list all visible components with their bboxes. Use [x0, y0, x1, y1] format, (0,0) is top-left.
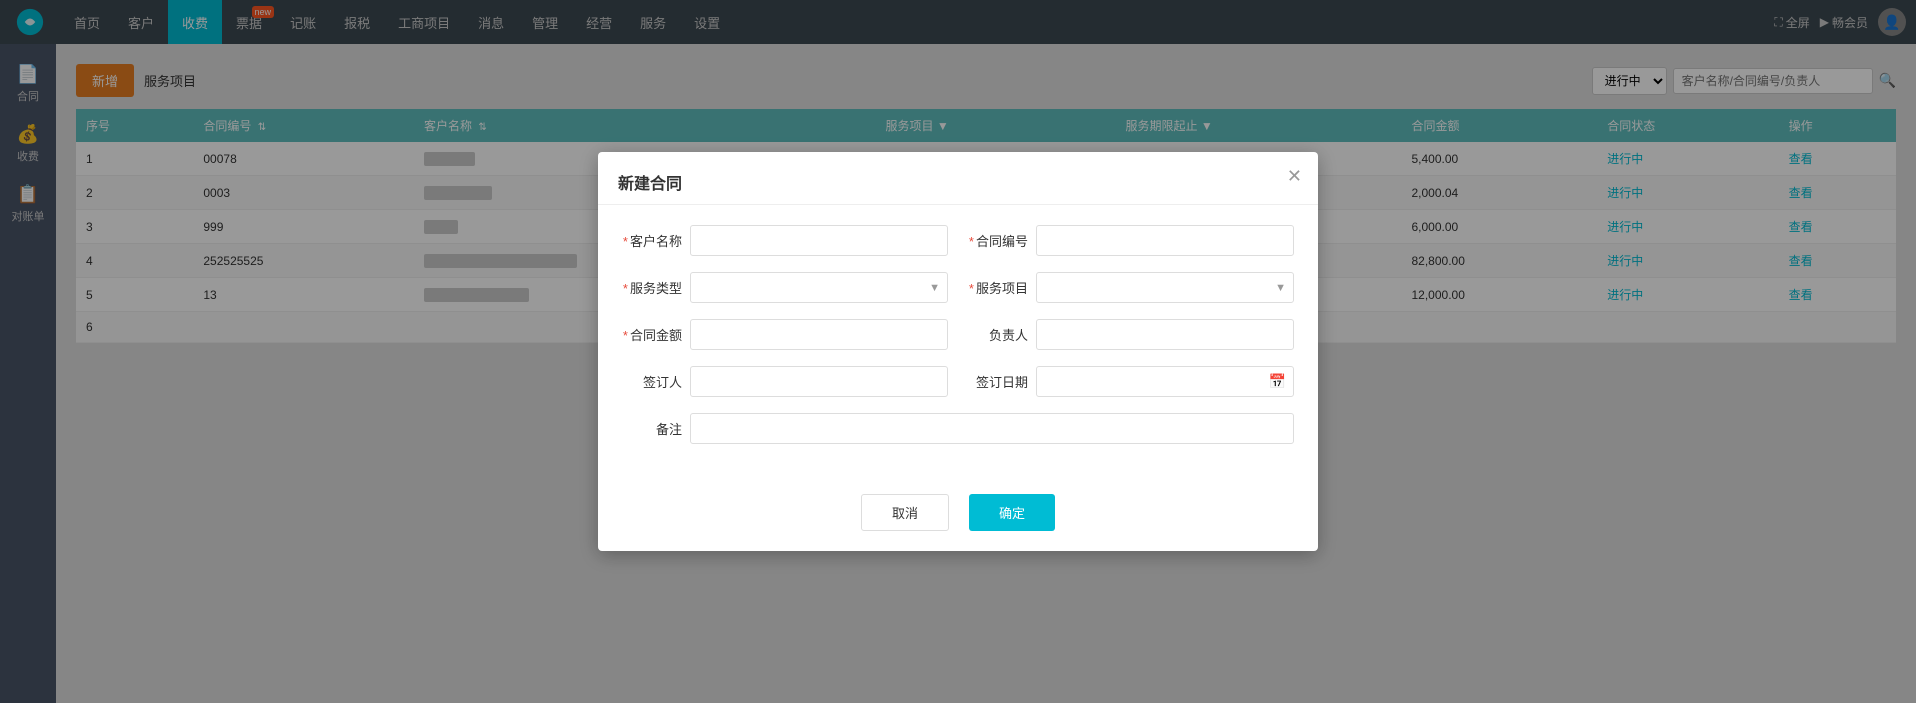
form-group-remarks: 备注 — [622, 413, 1294, 444]
confirm-button[interactable]: 确定 — [969, 494, 1055, 531]
form-row-3: *合同金额 0.00 负责人 — [622, 319, 1294, 350]
form-group-amount: *合同金额 0.00 — [622, 319, 948, 350]
required-star3: * — [623, 281, 628, 296]
service-item-select-wrapper: ▼ — [1036, 272, 1294, 303]
dialog-body: *客户名称 *合同编号 *服务类型 — [598, 205, 1318, 480]
contract-no-label: *合同编号 — [968, 231, 1028, 250]
client-name-input[interactable] — [690, 225, 948, 256]
remarks-label: 备注 — [622, 419, 682, 438]
signer-input[interactable] — [690, 366, 948, 397]
form-group-client-name: *客户名称 — [622, 225, 948, 256]
dialog-close-button[interactable]: ✕ — [1287, 166, 1302, 187]
client-name-label: *客户名称 — [622, 231, 682, 250]
form-row-5: 备注 — [622, 413, 1294, 444]
sign-date-wrapper: 2023-06-06 📅 — [1036, 366, 1294, 397]
cancel-button[interactable]: 取消 — [861, 494, 949, 531]
service-item-select[interactable] — [1036, 272, 1294, 303]
required-star: * — [623, 234, 628, 249]
form-row-4: 签订人 签订日期 2023-06-06 📅 — [622, 366, 1294, 397]
form-group-service-item: *服务项目 ▼ — [968, 272, 1294, 303]
form-row-1: *客户名称 *合同编号 — [622, 225, 1294, 256]
service-type-select-wrapper: ▼ — [690, 272, 948, 303]
form-group-contract-no: *合同编号 — [968, 225, 1294, 256]
required-star2: * — [969, 234, 974, 249]
dialog-overlay[interactable]: 新建合同 ✕ *客户名称 *合同编号 — [0, 0, 1916, 703]
form-group-responsible: 负责人 — [968, 319, 1294, 350]
signer-label: 签订人 — [622, 372, 682, 391]
required-star5: * — [623, 328, 628, 343]
form-group-signer: 签订人 — [622, 366, 948, 397]
sign-date-label: 签订日期 — [968, 372, 1028, 391]
sign-date-input[interactable]: 2023-06-06 — [1036, 366, 1294, 397]
remarks-input[interactable] — [690, 413, 1294, 444]
service-type-select[interactable] — [690, 272, 948, 303]
form-row-2: *服务类型 ▼ *服务项目 — [622, 272, 1294, 303]
form-group-service-type: *服务类型 ▼ — [622, 272, 948, 303]
form-group-sign-date: 签订日期 2023-06-06 📅 — [968, 366, 1294, 397]
amount-input[interactable]: 0.00 — [690, 319, 948, 350]
new-contract-dialog: 新建合同 ✕ *客户名称 *合同编号 — [598, 152, 1318, 551]
responsible-label: 负责人 — [968, 325, 1028, 344]
amount-label: *合同金额 — [622, 325, 682, 344]
dialog-title: 新建合同 — [598, 152, 1318, 205]
service-type-label: *服务类型 — [622, 278, 682, 297]
service-item-label: *服务项目 — [968, 278, 1028, 297]
contract-no-input[interactable] — [1036, 225, 1294, 256]
required-star4: * — [969, 281, 974, 296]
responsible-input[interactable] — [1036, 319, 1294, 350]
dialog-footer: 取消 确定 — [598, 480, 1318, 551]
